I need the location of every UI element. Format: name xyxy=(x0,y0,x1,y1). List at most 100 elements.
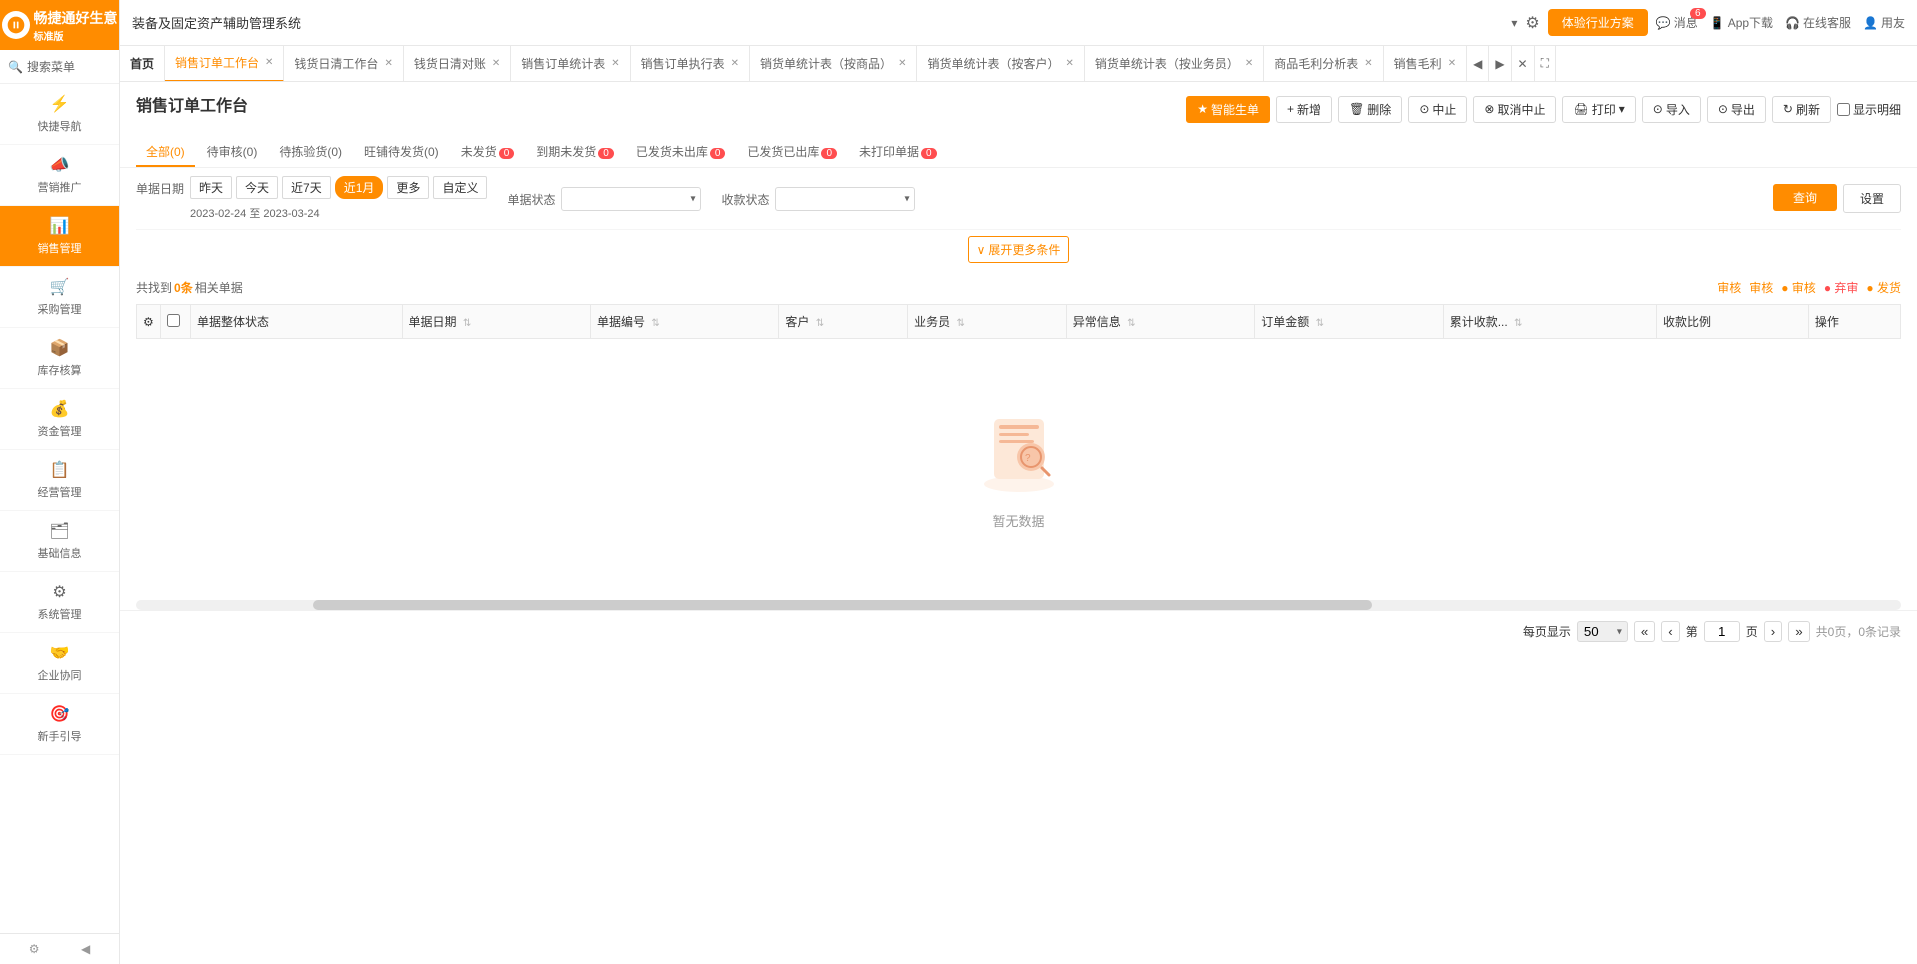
tab-sales-stats-product[interactable]: 销货单统计表（按商品） ✕ xyxy=(750,46,917,82)
user-btn[interactable]: 👤 用友 xyxy=(1863,14,1905,31)
tab-sales-stats-salesperson[interactable]: 销货单统计表（按业务员） ✕ xyxy=(1085,46,1264,82)
th-checkbox[interactable] xyxy=(161,305,191,339)
reject-link[interactable]: ● 弃审 xyxy=(1824,279,1859,296)
tab-close-sales-profit[interactable]: ✕ xyxy=(1448,58,1456,69)
page-last-btn[interactable]: » xyxy=(1788,621,1809,642)
export-btn[interactable]: ⊙ 导出 xyxy=(1707,96,1766,123)
sub-tab-pending-inspect[interactable]: 待拣验货(0) xyxy=(269,138,352,167)
date-btn-yesterday[interactable]: 昨天 xyxy=(190,176,232,199)
tab-close-sales-order-workbench[interactable]: ✕ xyxy=(265,57,273,68)
sidebar-item-basic-info[interactable]: 🗂 基础信息 xyxy=(0,511,119,572)
sidebar-item-finance[interactable]: 💰 资金管理 xyxy=(0,389,119,450)
sidebar-item-quick-nav[interactable]: ⚡ 快捷导航 xyxy=(0,84,119,145)
tab-nav-next[interactable]: ▶ xyxy=(1489,46,1511,82)
tab-close-sales-order-exec[interactable]: ✕ xyxy=(731,58,739,69)
setting-btn[interactable]: 设置 xyxy=(1843,184,1901,213)
sub-tab-all[interactable]: 全部(0) xyxy=(136,138,195,167)
import-btn[interactable]: ⊙ 导入 xyxy=(1642,96,1701,123)
online-service-btn[interactable]: 🎧 在线客服 xyxy=(1785,14,1851,31)
sub-tab-overdue-unshipped[interactable]: 到期未发货0 xyxy=(526,138,624,167)
sidebar-item-enterprise[interactable]: 🤝 企业协同 xyxy=(0,633,119,694)
topbar-expand-icon[interactable]: ▾ xyxy=(1511,16,1517,30)
th-number[interactable]: 单据编号 ⇅ xyxy=(590,305,778,339)
sidebar-item-operations[interactable]: 📋 经营管理 xyxy=(0,450,119,511)
scroll-thumb[interactable] xyxy=(313,600,1372,610)
status-select[interactable] xyxy=(561,187,701,211)
ship-link[interactable]: ● 发货 xyxy=(1866,279,1901,296)
select-all-checkbox[interactable] xyxy=(167,314,180,327)
tab-sales-order-workbench[interactable]: 销售订单工作台 ✕ xyxy=(165,46,284,82)
page-num-input[interactable] xyxy=(1704,621,1740,642)
tab-close-sales-stats-product[interactable]: ✕ xyxy=(898,58,906,69)
delete-btn[interactable]: 🗑 删除 xyxy=(1338,96,1402,123)
topbar-gear-icon[interactable]: ⚙ xyxy=(1525,13,1539,33)
sidebar-settings-icon[interactable]: ⚙ xyxy=(29,942,40,956)
th-salesperson[interactable]: 业务员 ⇅ xyxy=(908,305,1067,339)
refresh-btn[interactable]: ↻ 刷新 xyxy=(1772,96,1831,123)
tab-nav-close[interactable]: ✕ xyxy=(1512,46,1535,82)
sub-tab-unshipped[interactable]: 未发货0 xyxy=(451,138,525,167)
audit-action-btn[interactable]: 审核 xyxy=(1717,279,1741,296)
sidebar-item-marketing[interactable]: 📣 营销推广 xyxy=(0,145,119,206)
tab-sales-profit[interactable]: 销售毛利 ✕ xyxy=(1384,46,1467,82)
th-amount[interactable]: 订单金额 ⇅ xyxy=(1255,305,1443,339)
sidebar-item-sales[interactable]: 📊 销售管理 xyxy=(0,206,119,267)
tab-nav-prev[interactable]: ◀ xyxy=(1467,46,1489,82)
sidebar-item-system[interactable]: ⚙ 系统管理 xyxy=(0,572,119,633)
sub-tab-unprinted[interactable]: 未打印单据0 xyxy=(849,138,947,167)
suspend-btn[interactable]: ⊙ 中止 xyxy=(1408,96,1467,123)
expand-more-btn[interactable]: ∨ 展开更多条件 xyxy=(968,236,1070,263)
smart-create-btn[interactable]: ★ 智能生单 xyxy=(1186,96,1270,123)
show-detail-checkbox[interactable] xyxy=(1837,103,1850,116)
tab-close-cash-reconcile[interactable]: ✕ xyxy=(492,58,500,69)
page-next-btn[interactable]: › xyxy=(1764,621,1782,642)
per-page-select[interactable]: 50 100 200 xyxy=(1577,621,1628,642)
query-btn[interactable]: 查询 xyxy=(1773,184,1837,211)
sub-tab-shipped-not-outbound[interactable]: 已发货未出库0 xyxy=(626,138,736,167)
date-range-display: 2023-02-24 至 2023-03-24 xyxy=(190,205,487,221)
th-date[interactable]: 单据日期 ⇅ xyxy=(402,305,590,339)
tab-nav-restore[interactable]: ⛶ xyxy=(1535,46,1556,82)
sidebar-search[interactable]: 🔍 搜索菜单 xyxy=(0,50,119,84)
cancel-suspend-btn[interactable]: ⊗ 取消中止 xyxy=(1473,96,1556,123)
payment-select[interactable] xyxy=(775,187,915,211)
tab-home[interactable]: 首页 xyxy=(120,46,165,82)
page-prev-btn[interactable]: ‹ xyxy=(1661,621,1679,642)
app-download-btn[interactable]: 📱 App下载 xyxy=(1710,14,1773,31)
sub-tab-pending-audit[interactable]: 待审核(0) xyxy=(197,138,268,167)
date-btn-more[interactable]: 更多 xyxy=(387,176,429,199)
message-btn[interactable]: 💬 消息 6 xyxy=(1656,14,1698,31)
tab-close-sales-stats-customer[interactable]: ✕ xyxy=(1065,58,1073,69)
sidebar-collapse-icon[interactable]: ◀ xyxy=(81,942,90,956)
date-btn-custom[interactable]: 自定义 xyxy=(433,176,487,199)
th-exception[interactable]: 异常信息 ⇅ xyxy=(1066,305,1254,339)
horizontal-scrollbar[interactable] xyxy=(136,600,1901,610)
th-settings[interactable]: ⚙ xyxy=(137,305,161,339)
tab-close-gross-profit[interactable]: ✕ xyxy=(1364,58,1372,69)
tab-close-sales-order-stats[interactable]: ✕ xyxy=(611,58,619,69)
tab-sales-stats-customer[interactable]: 销货单统计表（按客户） ✕ xyxy=(917,46,1084,82)
print-btn[interactable]: 🖨 打印 ▾ xyxy=(1562,96,1635,123)
th-collected[interactable]: 累计收款... ⇅ xyxy=(1443,305,1656,339)
industry-btn[interactable]: 体验行业方案 xyxy=(1548,9,1648,36)
sub-tab-wangpu-ship[interactable]: 旺铺待发货(0) xyxy=(354,138,449,167)
sidebar-item-guide[interactable]: 🎯 新手引导 xyxy=(0,694,119,755)
th-customer[interactable]: 客户 ⇅ xyxy=(779,305,908,339)
sidebar-item-inventory[interactable]: 📦 库存核算 xyxy=(0,328,119,389)
tab-close-sales-stats-salesperson[interactable]: ✕ xyxy=(1245,58,1253,69)
date-btn-today[interactable]: 今天 xyxy=(236,176,278,199)
tab-close-cash-daily[interactable]: ✕ xyxy=(384,58,392,69)
sidebar-item-purchase[interactable]: 🛒 采购管理 xyxy=(0,267,119,328)
date-btn-1month[interactable]: 近1月 xyxy=(335,176,384,199)
tab-sales-order-exec[interactable]: 销售订单执行表 ✕ xyxy=(631,46,750,82)
tab-gross-profit[interactable]: 商品毛利分析表 ✕ xyxy=(1264,46,1383,82)
tab-cash-reconcile[interactable]: 钱货日清对账 ✕ xyxy=(404,46,511,82)
page-first-btn[interactable]: « xyxy=(1634,621,1655,642)
sub-tab-shipped-outbound[interactable]: 已发货已出库0 xyxy=(737,138,847,167)
tab-sales-order-stats[interactable]: 销售订单统计表 ✕ xyxy=(511,46,630,82)
tab-cash-daily[interactable]: 钱货日清工作台 ✕ xyxy=(284,46,403,82)
audit-link[interactable]: ● 审核 xyxy=(1781,279,1816,296)
date-btn-7days[interactable]: 近7天 xyxy=(282,176,331,199)
show-detail-label[interactable]: 显示明细 xyxy=(1837,101,1901,118)
add-btn[interactable]: + 新增 xyxy=(1276,96,1332,123)
